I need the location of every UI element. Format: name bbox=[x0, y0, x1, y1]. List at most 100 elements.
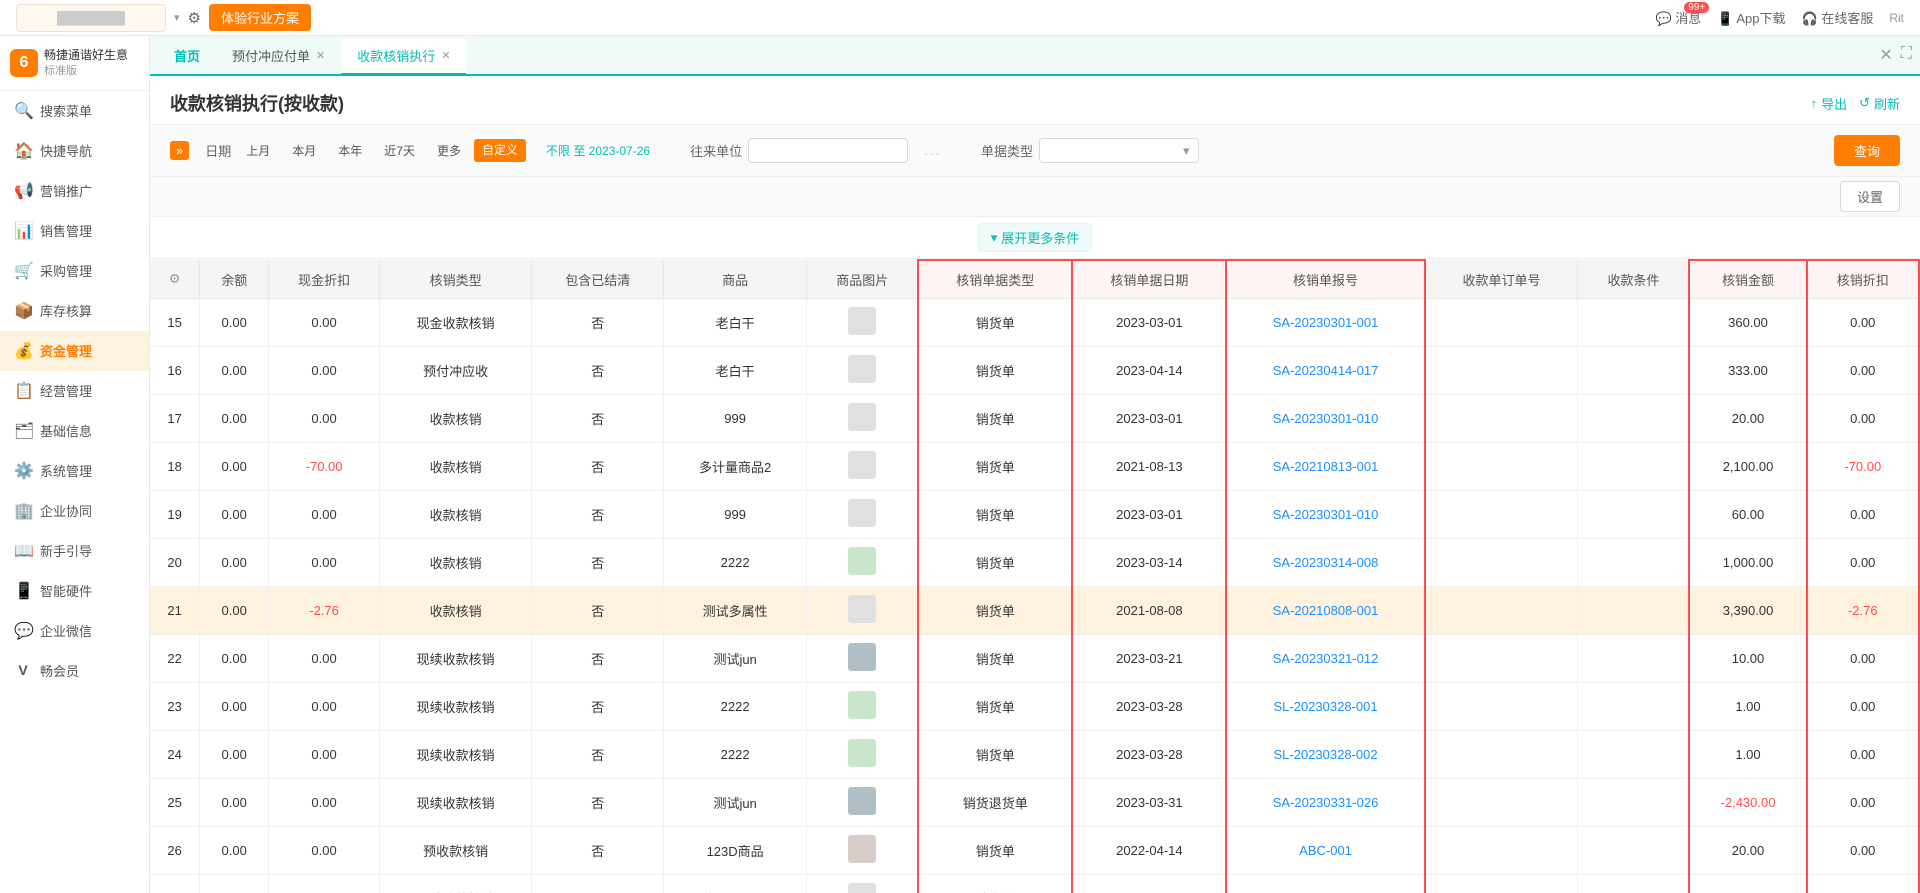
sidebar-item-system[interactable]: ⚙️ 系统管理 bbox=[0, 451, 149, 491]
dots-separator: ... bbox=[924, 143, 941, 158]
cell-writeoff-bill-date: 2023-03-14 bbox=[1072, 539, 1226, 587]
cell-write-off-type: 收款核销 bbox=[379, 491, 531, 539]
bill-no-link[interactable]: SA-20230414-017 bbox=[1273, 363, 1379, 378]
tab-prepay[interactable]: 预付冲应付单 ✕ bbox=[216, 38, 341, 75]
sidebar-item-purchase[interactable]: 🛒 采购管理 bbox=[0, 251, 149, 291]
settings-gear-icon[interactable]: ⚙ bbox=[169, 271, 181, 286]
sidebar-item-hardware[interactable]: 📱 智能硬件 bbox=[0, 571, 149, 611]
app-icon: 📱 bbox=[1717, 11, 1733, 26]
sidebar-item-base-info[interactable]: 🗂 基础信息 bbox=[0, 411, 149, 451]
date-buttons: 上月 本月 本年 近7天 更多 自定义 bbox=[237, 139, 526, 162]
bill-no-link[interactable]: SA-20210808-001 bbox=[1273, 603, 1379, 618]
bill-no-link[interactable]: SA-20230321-012 bbox=[1273, 651, 1379, 666]
custom-date-btn[interactable]: 自定义 bbox=[474, 139, 526, 162]
table-header-row: ⚙ 余额 现金折扣 核销类型 包含已结清 商品 商品图片 核销单据类型 核销单据… bbox=[150, 260, 1919, 299]
cell-writeoff-amount: 3,390.00 bbox=[1689, 587, 1806, 635]
bill-no-link[interactable]: SA-20230301-010 bbox=[1273, 411, 1379, 426]
cell-balance: 0.00 bbox=[200, 587, 269, 635]
cell-cash-discount: -70.00 bbox=[269, 443, 380, 491]
sidebar-item-search-menu[interactable]: 🔍 搜索菜单 bbox=[0, 91, 149, 131]
user-area[interactable]: Rit bbox=[1889, 11, 1904, 25]
cell-receipt-condition bbox=[1578, 443, 1690, 491]
bill-no-link[interactable]: SA-20230301-001 bbox=[1273, 315, 1379, 330]
industry-btn[interactable]: 体验行业方案 bbox=[209, 4, 311, 31]
sidebar-item-label: 系统管理 bbox=[40, 461, 92, 480]
cell-writeoff-bill-no: SL-20230328-002 bbox=[1226, 731, 1424, 779]
expand-more-btn[interactable]: ▾ 展开更多条件 bbox=[978, 223, 1093, 252]
cell-write-off-type: 现续收款核销 bbox=[379, 635, 531, 683]
cell-no: 17 bbox=[150, 395, 200, 443]
sidebar-item-sales[interactable]: 📊 销售管理 bbox=[0, 211, 149, 251]
dropdown-icon[interactable]: ▾ bbox=[174, 11, 180, 24]
arrow-toggle[interactable]: » bbox=[170, 141, 189, 160]
bill-no-link[interactable]: SA-20230314-008 bbox=[1273, 555, 1379, 570]
gear-icon[interactable]: ⚙ bbox=[188, 9, 201, 27]
cell-balance: 0.00 bbox=[200, 347, 269, 395]
cell-writeoff-amount: 1.00 bbox=[1689, 731, 1806, 779]
sidebar-item-guide[interactable]: 📖 新手引导 bbox=[0, 531, 149, 571]
tab-home[interactable]: 首页 bbox=[158, 38, 216, 75]
inventory-icon: 📦 bbox=[14, 301, 32, 321]
sidebar-item-capital[interactable]: 💰 资金管理 bbox=[0, 331, 149, 371]
bill-no-link[interactable]: ABC-001 bbox=[1299, 843, 1352, 858]
app-download-item[interactable]: 📱 App下载 bbox=[1717, 8, 1785, 27]
cell-writeoff-amount: 20.00 bbox=[1689, 395, 1806, 443]
sidebar-item-quick-nav[interactable]: 🏠 快捷导航 bbox=[0, 131, 149, 171]
refresh-btn[interactable]: ↺ 刷新 bbox=[1859, 94, 1900, 113]
last-7days-btn[interactable]: 近7天 bbox=[375, 139, 424, 162]
bill-no-link[interactable]: SL-20230328-001 bbox=[1273, 699, 1377, 714]
cell-writeoff-bill-no: SL-20230328-001 bbox=[1226, 683, 1424, 731]
main-layout: 6 畅捷通谐好生意 标准版 🔍 搜索菜单 🏠 快捷导航 📢 营销推广 📊 销售管… bbox=[0, 36, 1920, 893]
bill-no-link[interactable]: SA-20230301-010 bbox=[1273, 507, 1379, 522]
cell-no: 15 bbox=[150, 299, 200, 347]
bill-no-link[interactable]: SA-20230331-026 bbox=[1273, 795, 1379, 810]
bill-no-link[interactable]: SL-20230328-002 bbox=[1273, 747, 1377, 762]
sidebar-item-inventory[interactable]: 📦 库存核算 bbox=[0, 291, 149, 331]
messages-item[interactable]: 💬 消息 99+ bbox=[1655, 8, 1701, 27]
query-btn[interactable]: 查询 bbox=[1834, 135, 1900, 166]
cell-product-img bbox=[807, 635, 919, 683]
cell-writeoff-discount: 0.00 bbox=[1807, 683, 1919, 731]
cell-balance: 0.00 bbox=[200, 779, 269, 827]
sidebar-item-marketing[interactable]: 📢 营销推广 bbox=[0, 171, 149, 211]
cell-product-img bbox=[807, 539, 919, 587]
cell-cash-discount: 0.00 bbox=[269, 539, 380, 587]
last-month-btn[interactable]: 上月 bbox=[237, 139, 279, 162]
cell-product-img bbox=[807, 491, 919, 539]
tab-receivable-close[interactable]: ✕ bbox=[441, 49, 450, 62]
sidebar-item-business[interactable]: 📋 经营管理 bbox=[0, 371, 149, 411]
tab-end-icons: ✕ ⛶ bbox=[1879, 45, 1912, 65]
cell-product: 测试jun bbox=[664, 635, 807, 683]
cell-writeoff-bill-date: 2021-08-13 bbox=[1072, 443, 1226, 491]
cell-product: 999 bbox=[664, 395, 807, 443]
orange-arrow[interactable]: » bbox=[170, 141, 189, 160]
th-settings[interactable]: ⚙ bbox=[150, 260, 200, 299]
unit-filter-input[interactable] bbox=[748, 138, 908, 163]
settings-btn[interactable]: 设置 bbox=[1840, 181, 1900, 212]
tab-prepay-close[interactable]: ✕ bbox=[316, 49, 325, 62]
cell-writeoff-discount: -2.76 bbox=[1807, 587, 1919, 635]
table-row: 16 0.00 0.00 预付冲应收 否 老白干 销货单 2023-04-14 … bbox=[150, 347, 1919, 395]
sidebar-item-enterprise[interactable]: 🏢 企业协同 bbox=[0, 491, 149, 531]
cell-included-settled: 否 bbox=[532, 731, 664, 779]
sidebar-item-label: 畅会员 bbox=[40, 661, 79, 680]
tab-receivable[interactable]: 收款核销执行 ✕ bbox=[341, 38, 466, 75]
more-date-btn[interactable]: 更多 bbox=[428, 139, 470, 162]
table-row: 15 0.00 0.00 现金收款核销 否 老白干 销货单 2023-03-01… bbox=[150, 299, 1919, 347]
this-year-btn[interactable]: 本年 bbox=[329, 139, 371, 162]
close-window-icon[interactable]: ✕ bbox=[1879, 45, 1892, 65]
page-actions: ↑ 导出 ↺ 刷新 bbox=[1811, 94, 1900, 113]
bill-no-link[interactable]: SA-20210813-001 bbox=[1273, 459, 1379, 474]
sidebar-item-wechat[interactable]: 💬 企业微信 bbox=[0, 611, 149, 651]
online-service-item[interactable]: 🎧 在线客服 bbox=[1802, 8, 1874, 27]
cell-writeoff-bill-date: 2023-03-21 bbox=[1072, 635, 1226, 683]
table-row: 24 0.00 0.00 现续收款核销 否 2222 销货单 2023-03-2… bbox=[150, 731, 1919, 779]
cell-included-settled: 否 bbox=[532, 827, 664, 875]
export-btn[interactable]: ↑ 导出 bbox=[1811, 94, 1848, 113]
sidebar-item-vip[interactable]: V 畅会员 bbox=[0, 651, 149, 690]
bill-type-select[interactable] bbox=[1039, 138, 1199, 163]
date-filter-label: 日期 bbox=[205, 141, 231, 160]
maximize-icon[interactable]: ⛶ bbox=[1901, 45, 1912, 65]
this-month-btn[interactable]: 本月 bbox=[283, 139, 325, 162]
cell-product-img bbox=[807, 779, 919, 827]
